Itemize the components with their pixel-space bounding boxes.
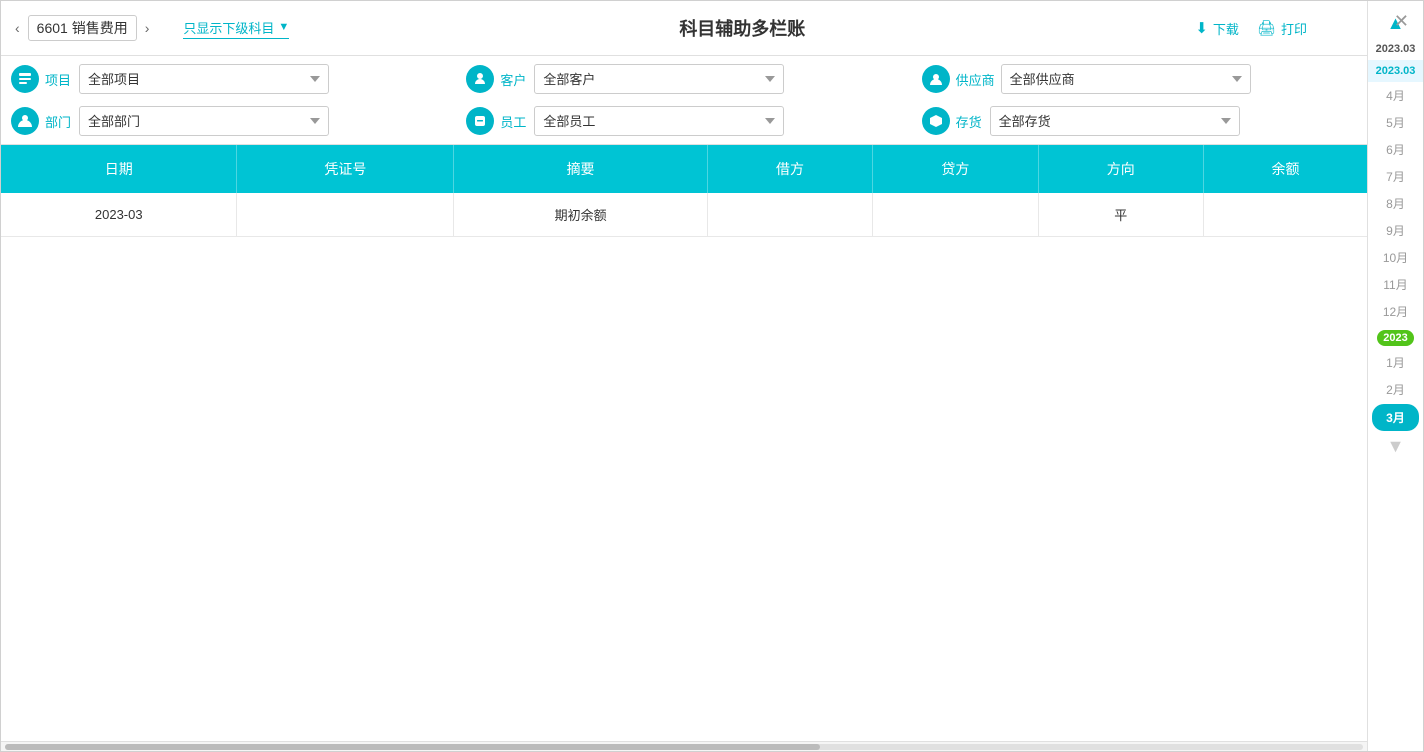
cell-debit	[707, 193, 872, 237]
supplier-select[interactable]: 全部供应商	[1001, 64, 1251, 94]
filter-project: 项目 全部项目	[11, 64, 446, 94]
col-voucher: 凭证号	[237, 145, 454, 193]
supplier-icon	[922, 65, 950, 93]
print-label: 打印	[1281, 19, 1307, 38]
side-period-4[interactable]: 4月	[1368, 82, 1423, 109]
filter-dept: 部门 全部部门	[11, 106, 446, 136]
cell-direction: 平	[1038, 193, 1203, 237]
side-period-12[interactable]: 12月	[1368, 298, 1423, 325]
cell-voucher	[237, 193, 454, 237]
filter-customer: 客户 全部客户	[466, 64, 901, 94]
side-down-button[interactable]: ▼	[1383, 432, 1409, 461]
page-title: 科目辅助多栏账	[289, 15, 1195, 41]
col-credit: 贷方	[873, 145, 1038, 193]
dept-icon	[11, 107, 39, 135]
download-button[interactable]: ⬇ 下载	[1195, 19, 1239, 38]
filter-bar: 项目 全部项目 客户 全部客户	[1, 56, 1367, 145]
year-badge: 2023	[1377, 330, 1413, 346]
side-period-5[interactable]: 5月	[1368, 109, 1423, 136]
cell-credit	[873, 193, 1038, 237]
toolbar-right: ⬇ 下载 🖨 打印	[1195, 19, 1307, 38]
print-icon: 🖨	[1257, 19, 1276, 37]
side-year-2023: 2023	[1368, 325, 1423, 349]
project-select[interactable]: 全部项目	[79, 64, 329, 94]
employee-icon	[466, 107, 494, 135]
main-window: ✕ ‹ 6601 销售费用 › 只显示下级科目 ▼ 科目辅助多栏账 ⬇ 下载 🖨	[0, 0, 1424, 752]
col-date: 日期	[1, 145, 237, 193]
customer-select[interactable]: 全部客户	[534, 64, 784, 94]
col-balance: 余额	[1203, 145, 1367, 193]
filter-row-2: 部门 全部部门 员工 全部员工	[11, 106, 1357, 136]
cell-summary: 期初余额	[454, 193, 708, 237]
employee-select[interactable]: 全部员工	[534, 106, 784, 136]
dropdown-icon: ▼	[278, 21, 289, 33]
col-direction: 方向	[1038, 145, 1203, 193]
employee-label: 员工	[500, 112, 528, 131]
table-row: 2023-03 期初余额 平	[1, 193, 1367, 237]
col-debit: 借方	[707, 145, 872, 193]
side-period-7[interactable]: 7月	[1368, 163, 1423, 190]
inventory-label: 存货	[956, 112, 984, 131]
print-button[interactable]: 🖨 打印	[1257, 19, 1307, 38]
project-label: 项目	[45, 70, 73, 89]
side-period-10[interactable]: 10月	[1368, 244, 1423, 271]
table-body: 2023-03 期初余额 平	[1, 193, 1367, 237]
table-area: 日期 凭证号 摘要 借方 贷方 方向 余额 2023-03 期初余额 平	[1, 145, 1367, 741]
cell-date: 2023-03	[1, 193, 237, 237]
dept-label: 部门	[45, 112, 73, 131]
dept-select[interactable]: 全部部门	[79, 106, 329, 136]
content-area: ✕ ‹ 6601 销售费用 › 只显示下级科目 ▼ 科目辅助多栏账 ⬇ 下载 🖨	[1, 1, 1367, 751]
side-period-8[interactable]: 8月	[1368, 190, 1423, 217]
inventory-icon	[922, 107, 950, 135]
customer-label: 客户	[500, 70, 528, 89]
inventory-select[interactable]: 全部存货	[990, 106, 1240, 136]
col-summary: 摘要	[454, 145, 708, 193]
filter-supplier: 供应商 全部供应商	[922, 64, 1357, 94]
next-account-button[interactable]: ›	[141, 18, 154, 38]
side-period-2023-03[interactable]: 2023.03	[1368, 60, 1423, 82]
table-header-row: 日期 凭证号 摘要 借方 贷方 方向 余额	[1, 145, 1367, 193]
scrollbar-track[interactable]	[5, 744, 1363, 750]
customer-icon	[466, 65, 494, 93]
prev-account-button[interactable]: ‹	[11, 18, 24, 38]
side-period-2[interactable]: 2月	[1368, 376, 1423, 403]
filter-inventory: 存货 全部存货	[922, 106, 1357, 136]
account-code-label: 6601 销售费用	[28, 15, 137, 41]
show-sub-label: 只显示下级科目	[183, 18, 274, 37]
side-period-1[interactable]: 1月	[1368, 349, 1423, 376]
filter-row-1: 项目 全部项目 客户 全部客户	[11, 64, 1357, 94]
side-panel: ▲ 2023.03 2023.03 4月 5月 6月 7月 8月 9月 10月 …	[1367, 1, 1423, 751]
side-period-3-active[interactable]: 3月	[1372, 404, 1419, 431]
filter-employee: 员工 全部员工	[466, 106, 901, 136]
download-icon: ⬇	[1195, 19, 1208, 37]
download-label: 下载	[1213, 19, 1239, 38]
project-icon	[11, 65, 39, 93]
top-bar: ‹ 6601 销售费用 › 只显示下级科目 ▼ 科目辅助多栏账 ⬇ 下载 🖨 打…	[1, 1, 1367, 56]
account-nav: ‹ 6601 销售费用 ›	[11, 15, 153, 41]
side-period-9[interactable]: 9月	[1368, 217, 1423, 244]
show-sub-accounts-button[interactable]: 只显示下级科目 ▼	[183, 18, 289, 39]
side-period-6[interactable]: 6月	[1368, 136, 1423, 163]
bottom-scrollbar[interactable]	[1, 741, 1367, 751]
ledger-table: 日期 凭证号 摘要 借方 贷方 方向 余额 2023-03 期初余额 平	[1, 145, 1367, 237]
side-period-header: 2023.03	[1368, 38, 1423, 60]
supplier-label: 供应商	[956, 70, 995, 89]
side-period-11[interactable]: 11月	[1368, 271, 1423, 298]
scrollbar-thumb[interactable]	[5, 744, 820, 750]
cell-balance	[1203, 193, 1367, 237]
